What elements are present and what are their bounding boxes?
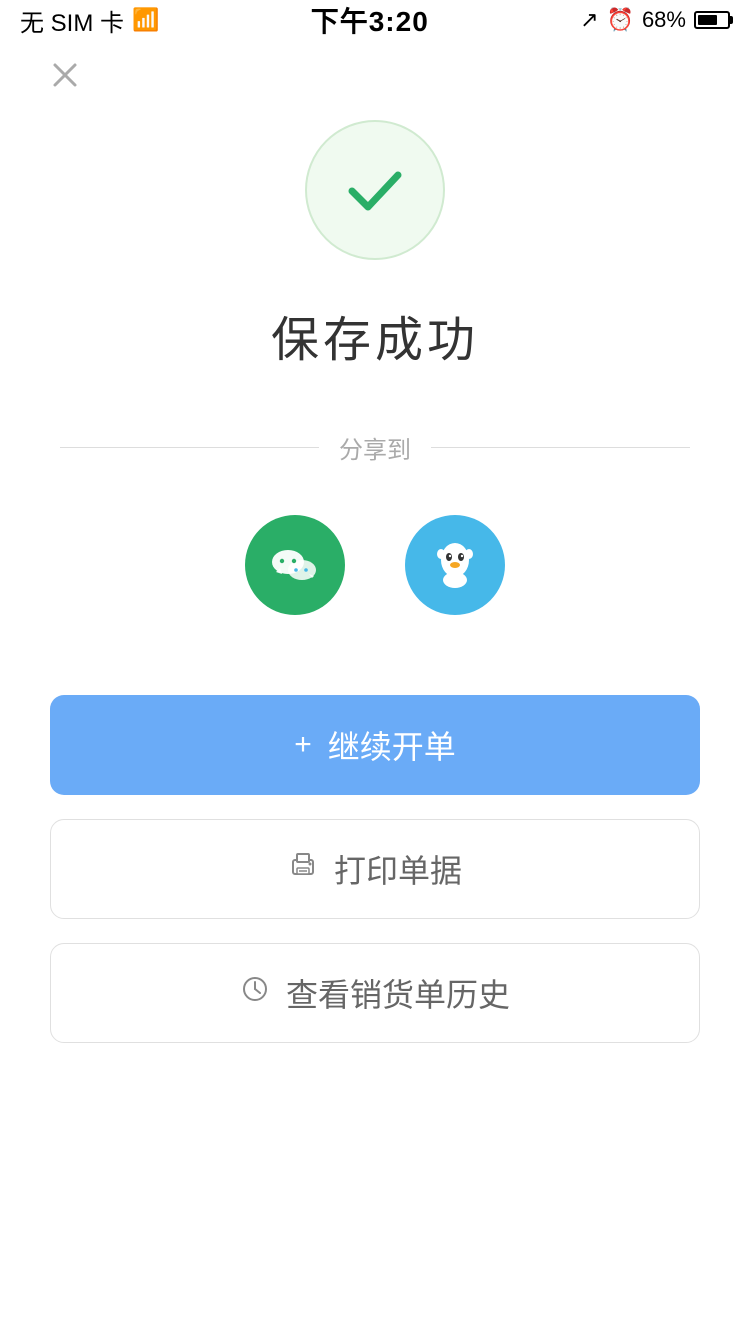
view-history-button[interactable]: 查看销货单历史 bbox=[50, 943, 700, 1043]
share-icons bbox=[245, 515, 505, 615]
alarm-icon: ⏰ bbox=[607, 7, 634, 33]
battery-percent: 68% bbox=[642, 7, 686, 33]
status-carrier: 无 SIM 卡 📶 bbox=[20, 3, 159, 38]
status-bar: 无 SIM 卡 📶 下午3:20 ↗ ⏰ 68% bbox=[0, 0, 750, 40]
location-icon: ↗ bbox=[580, 7, 598, 33]
print-receipt-label: 打印单据 bbox=[334, 846, 462, 892]
plus-icon: + bbox=[294, 728, 312, 762]
divider-right bbox=[431, 447, 690, 448]
share-label: 分享到 bbox=[319, 430, 431, 465]
close-button[interactable] bbox=[40, 50, 90, 100]
success-circle bbox=[305, 120, 445, 260]
status-time: 下午3:20 bbox=[311, 0, 429, 40]
continue-order-button[interactable]: + 继续开单 bbox=[50, 695, 700, 795]
print-icon bbox=[288, 850, 318, 888]
wechat-share-button[interactable] bbox=[245, 515, 345, 615]
checkmark-icon bbox=[340, 155, 410, 225]
wechat-icon bbox=[266, 536, 324, 594]
action-buttons: + 继续开单 打印单据 bbox=[0, 695, 750, 1043]
share-divider: 分享到 bbox=[0, 430, 750, 465]
view-history-label: 查看销货单历史 bbox=[286, 970, 510, 1016]
divider-left bbox=[60, 447, 319, 448]
history-icon bbox=[240, 974, 270, 1012]
status-right: ↗ ⏰ 68% bbox=[580, 7, 730, 33]
qq-share-button[interactable] bbox=[405, 515, 505, 615]
print-receipt-button[interactable]: 打印单据 bbox=[50, 819, 700, 919]
continue-order-label: 继续开单 bbox=[328, 722, 456, 768]
success-title: 保存成功 bbox=[271, 300, 479, 370]
qq-icon bbox=[426, 536, 484, 594]
main-content: 保存成功 分享到 bbox=[0, 40, 750, 1043]
wifi-icon: 📶 bbox=[132, 7, 159, 33]
battery-icon bbox=[694, 11, 730, 29]
close-icon bbox=[50, 60, 80, 90]
